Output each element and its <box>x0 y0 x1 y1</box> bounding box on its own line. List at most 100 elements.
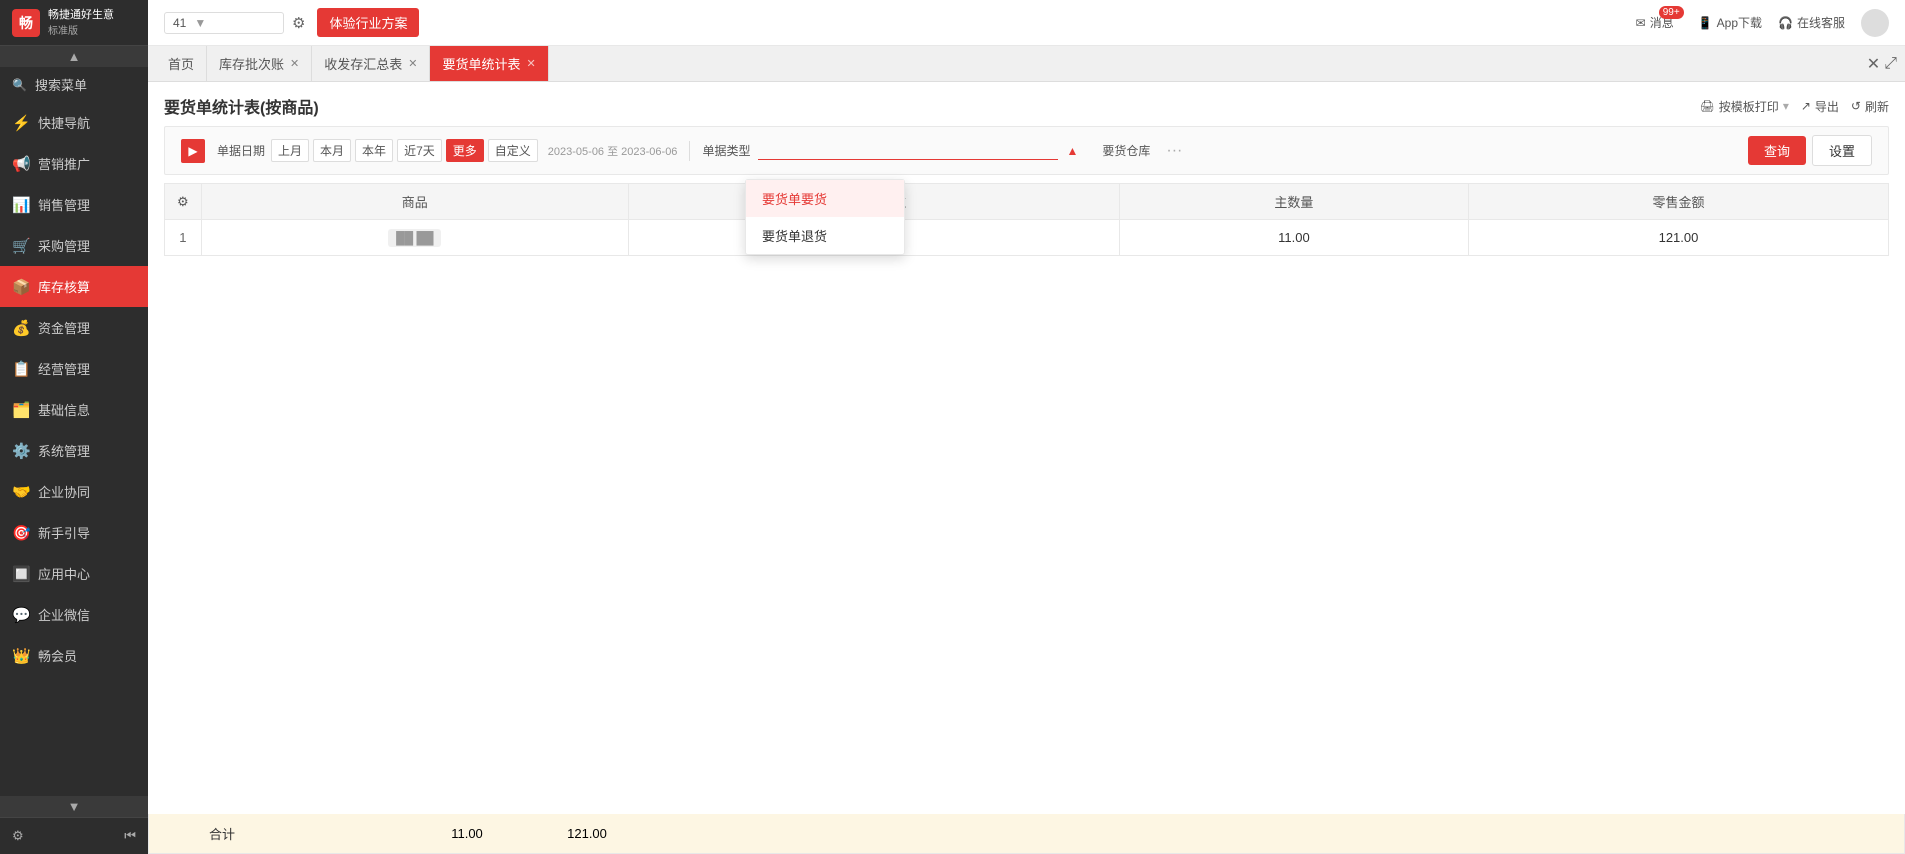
sidebar-item-label: 新手引导 <box>38 523 90 542</box>
basic-icon: 🗂️ <box>12 401 30 419</box>
logo-title: 畅捷通好生意 <box>48 8 114 22</box>
sidebar-item-system[interactable]: ⚙️ 系统管理 <box>0 430 148 471</box>
page-title: 要货单统计表(按商品) <box>164 94 319 118</box>
table-cell-amount: 121.00 <box>1468 220 1888 256</box>
sidebar-item-label: 系统管理 <box>38 441 90 460</box>
sidebar-scroll-down[interactable]: ▼ <box>0 796 148 817</box>
tab-inventory-batch[interactable]: 库存批次账 ✕ <box>207 46 312 81</box>
tab-expand-button[interactable]: ⤢ <box>1884 55 1897 73</box>
tab-order-stats[interactable]: 要货单统计表 ✕ <box>430 46 548 81</box>
sidebar-item-app-center[interactable]: 🔲 应用中心 <box>0 553 148 594</box>
tab-inventory-batch-close[interactable]: ✕ <box>290 57 299 70</box>
dropdown-arrow-icon: ▼ <box>194 16 206 30</box>
print-icon: 🖨 <box>1700 99 1715 113</box>
tab-receive-send-label: 收发存汇总表 <box>324 54 402 73</box>
filter-bar: ▶ 单据日期 上月 本月 本年 近7天 更多 自定义 2023-05-06 至 … <box>164 126 1889 175</box>
date-prev-month-btn[interactable]: 上月 <box>271 139 309 162</box>
sidebar-bottom: ⚙ ⏮ <box>0 817 148 854</box>
sidebar-item-sales[interactable]: 📊 销售管理 <box>0 184 148 225</box>
table-col-quantity: 主数量 <box>1119 184 1468 220</box>
sidebar-item-quick-nav[interactable]: ⚡ 快捷导航 <box>0 102 148 143</box>
service-label: 在线客服 <box>1797 14 1845 31</box>
tab-order-stats-close[interactable]: ✕ <box>527 57 536 70</box>
print-label: 按模板打印 <box>1719 98 1779 115</box>
sidebar-search[interactable]: 🔍 搜索菜单 <box>0 67 148 102</box>
date-this-year-btn[interactable]: 本年 <box>355 139 393 162</box>
table-cell-product: ██ ██ <box>201 220 628 256</box>
dropdown-item-return-goods[interactable]: 要货单退货 <box>746 217 904 254</box>
tab-receive-send-close[interactable]: ✕ <box>408 57 417 70</box>
date-custom-btn[interactable]: 自定义 <box>488 139 538 162</box>
header-gear-icon[interactable]: ⚙ <box>292 14 305 32</box>
marketing-icon: 📢 <box>12 155 30 173</box>
quick-nav-icon: ⚡ <box>12 114 30 132</box>
sidebar-logo: 畅 畅捷通好生意 标准版 <box>0 0 148 46</box>
sidebar-item-operation[interactable]: 📋 经营管理 <box>0 348 148 389</box>
sidebar-item-marketing[interactable]: 📢 营销推广 <box>0 143 148 184</box>
title-actions: 🖨 按模板打印 ▾ ↗ 导出 ↺ 刷新 <box>1700 98 1889 115</box>
date-more-btn[interactable]: 更多 <box>446 139 484 162</box>
warehouse-more-icon[interactable]: ··· <box>1166 142 1182 160</box>
service-item[interactable]: 🎧 在线客服 <box>1778 14 1845 31</box>
message-icon: ✉ <box>1636 16 1646 30</box>
type-filter-group: 单据类型 ▲ 要货仓库 ··· <box>702 141 1736 160</box>
sidebar-collapse-icon[interactable]: ⏮ <box>124 828 136 844</box>
member-icon: 👑 <box>12 647 30 665</box>
sidebar-item-label: 销售管理 <box>38 195 90 214</box>
dropdown-item-require-goods[interactable]: 要货单要货 <box>746 180 904 217</box>
table-container: ⚙ 商品 主计量单位 主数量 零售金额 1 ██ ██ 块 11.00 <box>148 175 1905 814</box>
table-row: 1 ██ ██ 块 11.00 121.00 <box>165 220 1889 256</box>
message-item[interactable]: ✉ 消息 99+ <box>1636 14 1674 31</box>
total-quantity: 11.00 <box>427 826 507 841</box>
sidebar-item-basic[interactable]: 🗂️ 基础信息 <box>0 389 148 430</box>
store-selector[interactable]: 41 ▼ <box>164 12 284 34</box>
export-button[interactable]: ↗ 导出 <box>1801 98 1839 115</box>
print-arrow-icon: ▾ <box>1783 99 1789 113</box>
refresh-button[interactable]: ↺ 刷新 <box>1851 98 1889 115</box>
type-dropdown: 要货单要货 要货单退货 <box>745 179 905 255</box>
tab-home[interactable]: 首页 <box>156 46 207 81</box>
query-button[interactable]: 查询 <box>1748 136 1806 165</box>
sidebar-item-purchase[interactable]: 🛒 采购管理 <box>0 225 148 266</box>
finance-icon: 💰 <box>12 319 30 337</box>
sidebar-item-finance[interactable]: 💰 资金管理 <box>0 307 148 348</box>
date-filter-group: 单据日期 上月 本月 本年 近7天 更多 自定义 2023-05-06 至 20… <box>217 139 677 162</box>
table-footer: 合计 11.00 121.00 <box>148 814 1905 854</box>
system-icon: ⚙️ <box>12 442 30 460</box>
sidebar-item-label: 库存核算 <box>38 277 90 296</box>
date-this-month-btn[interactable]: 本月 <box>313 139 351 162</box>
sidebar-item-wechat[interactable]: 💬 企业微信 <box>0 594 148 635</box>
logo-icon: 畅 <box>12 9 40 37</box>
print-button[interactable]: 🖨 按模板打印 ▾ <box>1700 98 1789 115</box>
sidebar-item-label: 快捷导航 <box>38 113 90 132</box>
warehouse-filter-group: 要货仓库 ··· <box>1102 142 1182 160</box>
table-col-product: 商品 <box>201 184 628 220</box>
setting-button[interactable]: 设置 <box>1812 135 1872 166</box>
service-icon: 🎧 <box>1778 16 1793 30</box>
user-avatar[interactable] <box>1861 9 1889 37</box>
date-7days-btn[interactable]: 近7天 <box>397 139 442 162</box>
type-dropdown-arrow-icon[interactable]: ▲ <box>1066 144 1078 158</box>
sidebar-scroll-up[interactable]: ▲ <box>0 46 148 67</box>
sidebar-item-guide[interactable]: 🎯 新手引导 <box>0 512 148 553</box>
settings-icon[interactable]: ⚙ <box>12 828 24 844</box>
filter-toggle-button[interactable]: ▶ <box>181 139 205 163</box>
industry-button[interactable]: 体验行业方案 <box>317 8 419 37</box>
table-col-settings[interactable]: ⚙ <box>165 184 202 220</box>
wechat-icon: 💬 <box>12 606 30 624</box>
table-cell-num: 1 <box>165 220 202 256</box>
sidebar-item-member[interactable]: 👑 畅会员 <box>0 635 148 676</box>
sidebar-item-inventory[interactable]: 📦 库存核算 <box>0 266 148 307</box>
operation-icon: 📋 <box>12 360 30 378</box>
sidebar-search-label: 搜索菜单 <box>35 75 87 94</box>
sidebar-item-enterprise[interactable]: 🤝 企业协同 <box>0 471 148 512</box>
inventory-icon: 📦 <box>12 278 30 296</box>
tab-close-all-button[interactable]: ✕ <box>1867 54 1880 74</box>
type-filter-input[interactable] <box>758 141 1058 160</box>
sidebar-item-label: 基础信息 <box>38 400 90 419</box>
export-label: 导出 <box>1815 98 1839 115</box>
tab-receive-send[interactable]: 收发存汇总表 ✕ <box>312 46 430 81</box>
app-download-item[interactable]: 📱 App下载 <box>1698 14 1762 31</box>
tab-bar-end: ✕ ⤢ <box>1867 54 1897 74</box>
export-icon: ↗ <box>1801 99 1811 113</box>
